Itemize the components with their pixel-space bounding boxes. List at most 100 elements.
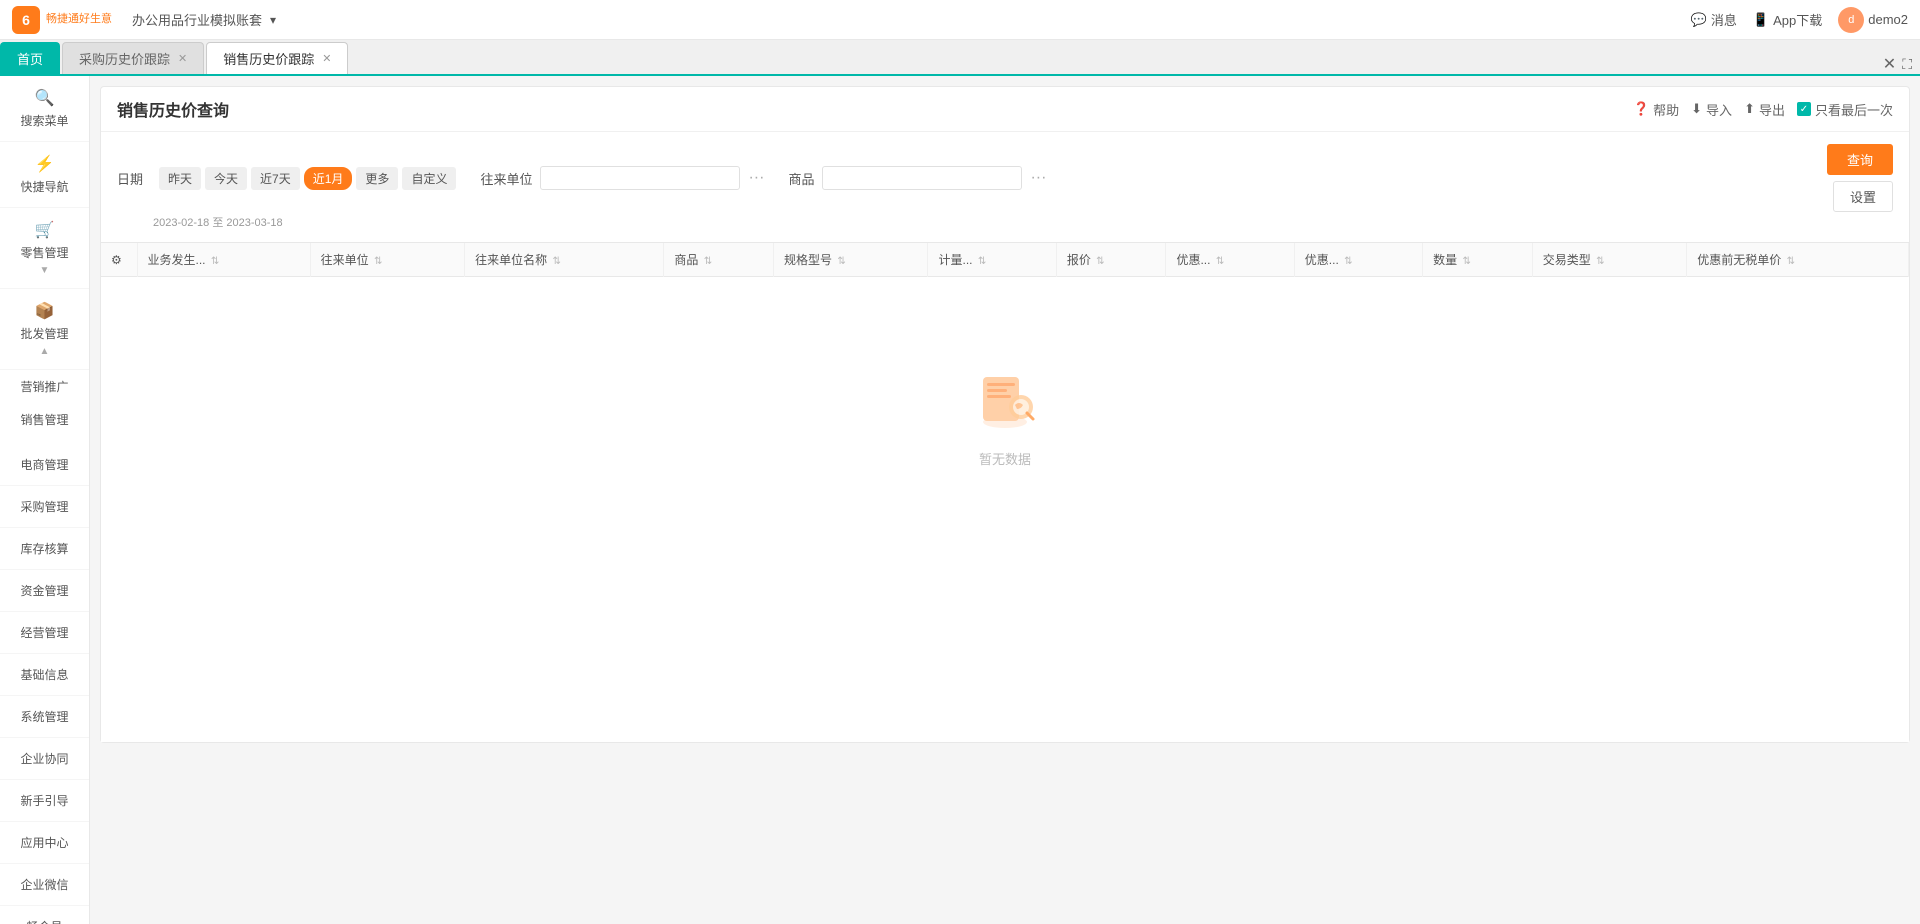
sidebar-item-vip-member[interactable]: 畅会员 bbox=[0, 906, 89, 924]
partner-filter-input[interactable] bbox=[540, 166, 740, 190]
tab-bar-close-icon[interactable]: ✕ bbox=[1883, 54, 1896, 74]
col-trade-type[interactable]: 交易类型 ⇅ bbox=[1532, 243, 1686, 277]
col-quote-price-sort-icon: ⇅ bbox=[1096, 256, 1104, 267]
top-title-dropdown[interactable]: ▾ bbox=[270, 13, 276, 27]
col-discount-price[interactable]: 优惠... ⇅ bbox=[1294, 243, 1422, 277]
col-quantity[interactable]: 数量 ⇅ bbox=[1423, 243, 1533, 277]
sidebar-item-quick-nav[interactable]: ⚡ 快捷导航 bbox=[0, 142, 89, 208]
partner-filter-group: 往来单位 ··· bbox=[480, 166, 764, 190]
export-button[interactable]: ⬆ 导出 bbox=[1744, 100, 1785, 119]
sidebar-item-enterprise-collab[interactable]: 企业协同 bbox=[0, 738, 89, 780]
import-button[interactable]: ⬇ 导入 bbox=[1691, 100, 1732, 119]
message-icon: 💬 bbox=[1691, 12, 1707, 28]
col-biz-date-sort-icon: ⇅ bbox=[211, 256, 219, 267]
operations-mgmt-label: 经营管理 bbox=[20, 624, 68, 641]
col-discount-price-sort-icon: ⇅ bbox=[1344, 256, 1352, 267]
import-label: 导入 bbox=[1706, 100, 1732, 119]
retail-mgmt-label: 零售管理 bbox=[20, 244, 68, 261]
retail-mgmt-arrow: ▼ bbox=[40, 265, 50, 276]
data-table: ⚙ 业务发生... ⇅ 往来单位 ⇅ 往来单位名称 bbox=[101, 243, 1909, 277]
enterprise-wechat-label: 企业微信 bbox=[20, 876, 68, 893]
beginner-guide-label: 新手引导 bbox=[20, 792, 68, 809]
sidebar-item-system-mgmt[interactable]: 系统管理 bbox=[0, 696, 89, 738]
top-bar: 6 畅捷通好生意 办公用品行业模拟账套 ▾ 💬 消息 📱 App下载 d dem… bbox=[0, 0, 1920, 40]
col-trade-type-sort-icon: ⇅ bbox=[1596, 256, 1604, 267]
tab-purchase-history[interactable]: 采购历史价跟踪 ✕ bbox=[62, 42, 204, 74]
sidebar-item-sales-mgmt[interactable]: 销售管理 bbox=[0, 403, 89, 436]
logo-text: 畅捷通好生意 bbox=[46, 13, 112, 26]
tab-bar-expand-icon[interactable]: ⛶ bbox=[1902, 56, 1912, 73]
enterprise-collab-label: 企业协同 bbox=[20, 750, 68, 767]
message-button[interactable]: 💬 消息 bbox=[1691, 10, 1737, 29]
date-range-display: 2023-02-18 至 2023-03-18 bbox=[153, 214, 1893, 230]
col-partner-code[interactable]: 往来单位 ⇅ bbox=[310, 243, 464, 277]
col-unit-sort-icon: ⇅ bbox=[978, 256, 986, 267]
sidebar-item-app-center[interactable]: 应用中心 bbox=[0, 822, 89, 864]
tab-bar: 首页 采购历史价跟踪 ✕ 销售历史价跟踪 ✕ ✕ ⛶ bbox=[0, 40, 1920, 76]
col-settings[interactable]: ⚙ bbox=[101, 243, 137, 277]
sidebar-item-marketing[interactable]: 营销推广 bbox=[0, 370, 89, 403]
page-actions: ❓ 帮助 ⬇ 导入 ⬆ 导出 只看最后一次 bbox=[1633, 100, 1893, 119]
col-product[interactable]: 商品 ⇅ bbox=[664, 243, 774, 277]
filter-area: 日期 昨天 今天 近7天 近1月 更多 自定义 往来单位 ··· bbox=[101, 131, 1909, 242]
quick-nav-icon: ⚡ bbox=[35, 154, 55, 174]
sidebar-item-basic-info[interactable]: 基础信息 bbox=[0, 654, 89, 696]
product-filter-dots[interactable]: ··· bbox=[1030, 169, 1046, 187]
wholesale-mgmt-icon: 📦 bbox=[35, 301, 55, 321]
partner-filter-dots[interactable]: ··· bbox=[748, 169, 764, 187]
date-btn-custom[interactable]: 自定义 bbox=[402, 167, 456, 190]
query-button[interactable]: 查询 bbox=[1827, 144, 1893, 175]
date-btn-yesterday[interactable]: 昨天 bbox=[159, 167, 201, 190]
sales-history-close-icon[interactable]: ✕ bbox=[322, 52, 331, 65]
settings-button[interactable]: 设置 bbox=[1833, 181, 1893, 212]
tab-sales-history[interactable]: 销售历史价跟踪 ✕ bbox=[206, 42, 348, 74]
sidebar-item-wholesale-mgmt[interactable]: 📦 批发管理 ▲ bbox=[0, 289, 89, 370]
user-profile-button[interactable]: d demo2 bbox=[1838, 7, 1908, 33]
date-btn-more[interactable]: 更多 bbox=[356, 167, 398, 190]
col-quote-price[interactable]: 报价 ⇅ bbox=[1056, 243, 1166, 277]
col-partner-code-sort-icon: ⇅ bbox=[374, 256, 382, 267]
col-partner-name[interactable]: 往来单位名称 ⇅ bbox=[465, 243, 664, 277]
col-unit[interactable]: 计量... ⇅ bbox=[928, 243, 1056, 277]
sidebar-item-operations-mgmt[interactable]: 经营管理 bbox=[0, 612, 89, 654]
sidebar-item-purchase-mgmt[interactable]: 采购管理 bbox=[0, 486, 89, 528]
main-content: 🔍 搜索菜单 ⚡ 快捷导航 🛒 零售管理 ▼ 📦 批发管理 ▲ 营销推广 销售管… bbox=[0, 76, 1920, 924]
only-latest-checkbox[interactable]: 只看最后一次 bbox=[1797, 100, 1893, 119]
date-btn-7days[interactable]: 近7天 bbox=[251, 167, 300, 190]
help-button[interactable]: ❓ 帮助 bbox=[1633, 100, 1679, 119]
export-icon: ⬆ bbox=[1744, 101, 1755, 117]
filter-row: 日期 昨天 今天 近7天 近1月 更多 自定义 往来单位 ··· bbox=[117, 144, 1893, 212]
sidebar-item-ecommerce-mgmt[interactable]: 电商管理 bbox=[0, 444, 89, 486]
date-btn-today[interactable]: 今天 bbox=[205, 167, 247, 190]
empty-state: 暂无数据 bbox=[101, 277, 1909, 548]
system-mgmt-label: 系统管理 bbox=[20, 708, 68, 725]
sidebar-item-retail-mgmt[interactable]: 🛒 零售管理 ▼ bbox=[0, 208, 89, 289]
sidebar-item-enterprise-wechat[interactable]: 企业微信 bbox=[0, 864, 89, 906]
col-partner-name-sort-icon: ⇅ bbox=[552, 256, 560, 267]
date-btn-1month[interactable]: 近1月 bbox=[304, 167, 353, 190]
col-pre-tax-price[interactable]: 优惠前无税单价 ⇅ bbox=[1687, 243, 1909, 277]
tab-home[interactable]: 首页 bbox=[0, 42, 60, 74]
col-spec[interactable]: 规格型号 ⇅ bbox=[774, 243, 928, 277]
product-filter-group: 商品 ··· bbox=[788, 166, 1046, 190]
sidebar-item-beginner-guide[interactable]: 新手引导 bbox=[0, 780, 89, 822]
purchase-history-close-icon[interactable]: ✕ bbox=[178, 52, 187, 65]
app-download-button[interactable]: 📱 App下载 bbox=[1753, 10, 1822, 29]
sidebar-item-inventory[interactable]: 库存核算 bbox=[0, 528, 89, 570]
col-discount-rate[interactable]: 优惠... ⇅ bbox=[1166, 243, 1294, 277]
col-product-sort-icon: ⇅ bbox=[704, 256, 712, 267]
basic-info-label: 基础信息 bbox=[20, 666, 68, 683]
only-latest-check-icon bbox=[1797, 102, 1811, 116]
col-biz-date[interactable]: 业务发生... ⇅ bbox=[137, 243, 310, 277]
product-filter-label: 商品 bbox=[788, 169, 814, 188]
product-filter-input[interactable] bbox=[822, 166, 1022, 190]
page-area: 销售历史价查询 ❓ 帮助 ⬇ 导入 ⬆ 导出 bbox=[90, 76, 1920, 924]
col-pre-tax-price-sort-icon: ⇅ bbox=[1787, 256, 1795, 267]
ecommerce-mgmt-label: 电商管理 bbox=[20, 456, 68, 473]
page-header: 销售历史价查询 ❓ 帮助 ⬇ 导入 ⬆ 导出 bbox=[101, 87, 1909, 131]
top-bar-right: 💬 消息 📱 App下载 d demo2 bbox=[1691, 7, 1908, 33]
logo-area: 6 畅捷通好生意 bbox=[12, 6, 112, 34]
sidebar-item-search-menu[interactable]: 🔍 搜索菜单 bbox=[0, 76, 89, 142]
sidebar-item-finance-mgmt[interactable]: 资金管理 bbox=[0, 570, 89, 612]
home-tab-label: 首页 bbox=[17, 49, 43, 68]
